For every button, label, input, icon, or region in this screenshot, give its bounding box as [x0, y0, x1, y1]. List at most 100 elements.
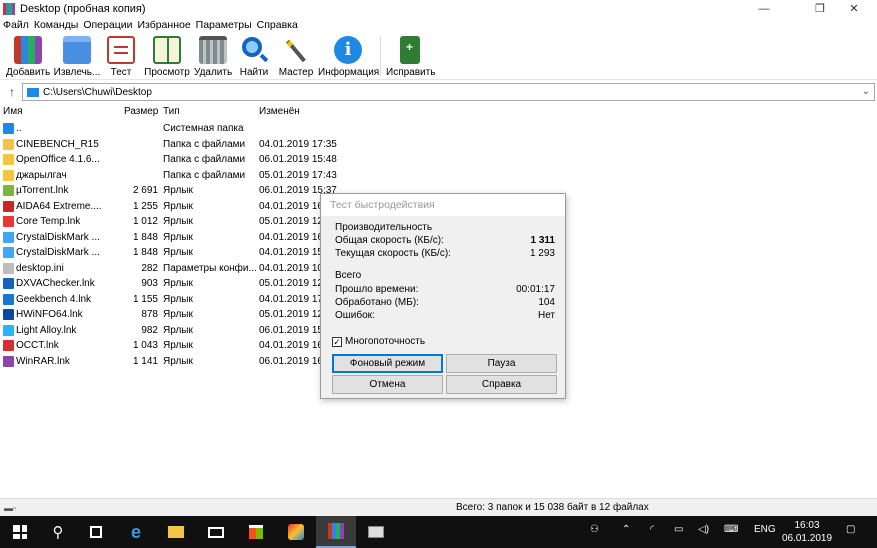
file-type: Ярлык — [163, 200, 193, 212]
extract-button[interactable]: Извлечь... — [52, 36, 102, 78]
secondary-window-button[interactable] — [356, 516, 396, 548]
close-button[interactable]: ✕ — [831, 0, 877, 18]
battery-icon[interactable]: ▭ — [674, 524, 683, 535]
file-type-icon — [3, 169, 14, 181]
file-size: 903 — [141, 278, 158, 289]
store-button[interactable] — [236, 516, 276, 548]
file-type: Ярлык — [163, 340, 193, 351]
find-button[interactable]: Найти — [238, 36, 270, 78]
file-type-icon — [3, 185, 14, 196]
repair-label: Исправить — [386, 67, 436, 78]
perf-header: Производительность — [335, 222, 433, 233]
repair-kit-icon: + — [400, 36, 420, 64]
menu-operations[interactable]: Операции — [80, 18, 134, 31]
chevron-down-icon[interactable]: ⌄ — [862, 86, 870, 97]
delete-label: Удалить — [194, 67, 233, 78]
pause-button[interactable]: Пауза — [446, 354, 557, 373]
keyboard-icon[interactable]: ⌨ — [724, 524, 738, 535]
file-name: DXVAChecker.lnk — [16, 278, 95, 289]
file-row[interactable]: CINEBENCH_R15 Папка с файлами 04.01.2019 1… — [0, 137, 340, 153]
file-row[interactable]: AIDA64 Extreme.... 1 255 Ярлык 04.01.2019 1… — [0, 199, 340, 215]
explorer-button[interactable] — [156, 516, 196, 548]
file-name: OpenOffice 4.1.6... — [16, 154, 100, 165]
file-row[interactable]: WinRAR.lnk 1 141 Ярлык 06.01.2019 16:0 — [0, 354, 340, 370]
chevron-up-icon[interactable]: ⌃ — [622, 524, 630, 535]
file-name: HWiNFO64.lnk — [16, 309, 83, 320]
view-book-icon — [153, 36, 181, 64]
wizard-button[interactable]: ✦ Мастер — [278, 36, 314, 78]
menu-options[interactable]: Параметры — [193, 18, 254, 31]
add-label: Добавить — [6, 67, 51, 78]
menu-help[interactable]: Справка — [254, 18, 300, 31]
file-type-icon — [3, 324, 14, 336]
column-header-type[interactable]: Тип — [163, 104, 180, 120]
test-button[interactable]: Тест — [106, 36, 136, 78]
clock[interactable]: 16:03 06.01.2019 — [778, 519, 836, 545]
task-view-button[interactable] — [76, 516, 116, 548]
file-type: Папка с файлами — [163, 169, 246, 181]
file-row[interactable]: µTorrent.lnk 2 691 Ярлык 06.01.2019 15:37 — [0, 183, 340, 199]
repair-button[interactable]: + Исправить — [386, 36, 436, 78]
extract-folder-icon — [63, 36, 91, 64]
info-icon: i — [334, 36, 362, 64]
file-row[interactable]: DXVAChecker.lnk 903 Ярлык 05.01.2019 12:1 — [0, 276, 340, 292]
column-header-name[interactable]: Имя — [3, 104, 22, 120]
start-button[interactable] — [0, 516, 40, 548]
app-button[interactable] — [276, 516, 316, 548]
clock-time: 16:03 — [794, 520, 820, 531]
file-row[interactable]: desktop.ini 282 Параметры конфи... 04.01.20… — [0, 261, 340, 277]
view-button[interactable]: Просмотр — [143, 36, 191, 78]
language-indicator[interactable]: ENG — [754, 524, 776, 535]
file-row[interactable]: джарылгач Папка с файлами 05.01.2019 17:43 — [0, 168, 340, 184]
minimize-button[interactable]: — — [741, 0, 787, 18]
file-row[interactable]: Geekbench 4.lnk 1 155 Ярлык 04.01.2019 17:4 — [0, 292, 340, 308]
menu-commands[interactable]: Команды — [31, 18, 81, 31]
search-icon: ⚲ — [52, 524, 64, 541]
file-row[interactable]: OCCT.lnk 1 043 Ярлык 04.01.2019 16:2 — [0, 338, 340, 354]
file-type: Ярлык — [163, 231, 193, 243]
file-name: desktop.ini — [16, 262, 64, 274]
info-button[interactable]: i Информация — [318, 36, 379, 78]
file-name: Core Temp.lnk — [16, 216, 81, 227]
menu-file[interactable]: Файл — [0, 18, 31, 31]
file-name: WinRAR.lnk — [16, 355, 70, 367]
add-button[interactable]: Добавить — [6, 36, 50, 78]
multithread-checkbox[interactable]: ✓ Многопоточность — [332, 336, 425, 347]
file-name: CINEBENCH_R15 — [16, 138, 99, 150]
background-mode-button[interactable]: Фоновый режим — [332, 354, 443, 373]
file-type: Ярлык — [163, 247, 193, 258]
people-icon[interactable]: ⚇ — [590, 524, 599, 535]
status-bar: ▬◦ Всего: 3 папок и 15 038 байт в 12 фай… — [0, 498, 877, 516]
app-colorful-icon — [288, 524, 304, 540]
file-type-icon — [3, 200, 14, 212]
file-type-icon — [3, 216, 14, 227]
address-field[interactable]: C:\Users\Chuwi\Desktop ⌄ — [22, 83, 875, 101]
cancel-button[interactable]: Отмена — [332, 375, 443, 394]
toolbar: Добавить Извлечь... Тест Просмотр Удалит… — [0, 34, 877, 80]
file-row[interactable]: OpenOffice 4.1.6... Папка с файлами 06.01.… — [0, 152, 340, 168]
task-view-icon — [90, 526, 102, 538]
edge-button[interactable]: e — [116, 516, 156, 548]
file-row[interactable]: Core Temp.lnk 1 012 Ярлык 05.01.2019 12:0 — [0, 214, 340, 230]
notifications-icon[interactable]: ▢ — [846, 524, 855, 535]
help-button[interactable]: Справка — [446, 375, 557, 394]
file-row[interactable]: CrystalDiskMark ... 1 848 Ярлык 04.01.2019 … — [0, 245, 340, 261]
winrar-taskbar-button[interactable] — [316, 516, 356, 548]
search-button[interactable]: ⚲ — [38, 516, 78, 548]
file-row[interactable]: Light Alloy.lnk 982 Ярлык 06.01.2019 15:4 — [0, 323, 340, 339]
delete-button[interactable]: Удалить — [194, 36, 232, 78]
file-row[interactable]: HWiNFO64.lnk 878 Ярлык 05.01.2019 12:0 — [0, 307, 340, 323]
wifi-icon[interactable]: ◜ — [650, 524, 654, 535]
menu-favorites[interactable]: Избранное — [134, 18, 192, 31]
file-row[interactable]: CrystalDiskMark ... 1 848 Ярлык 04.01.2019 … — [0, 230, 340, 246]
file-type: Папка с файлами — [163, 138, 246, 150]
up-arrow-icon[interactable]: ↑ — [4, 84, 20, 100]
file-row[interactable]: .. Системная папка — [0, 121, 340, 137]
column-header-size[interactable]: Размер — [124, 104, 158, 120]
column-header-modified[interactable]: Изменён — [259, 104, 300, 120]
mail-button[interactable] — [196, 516, 236, 548]
volume-icon[interactable]: ◁) — [698, 524, 709, 535]
file-modified: 04.01.2019 17:35 — [259, 138, 337, 150]
file-name: CrystalDiskMark ... — [16, 247, 100, 258]
multithread-label: Многопоточность — [345, 336, 426, 347]
